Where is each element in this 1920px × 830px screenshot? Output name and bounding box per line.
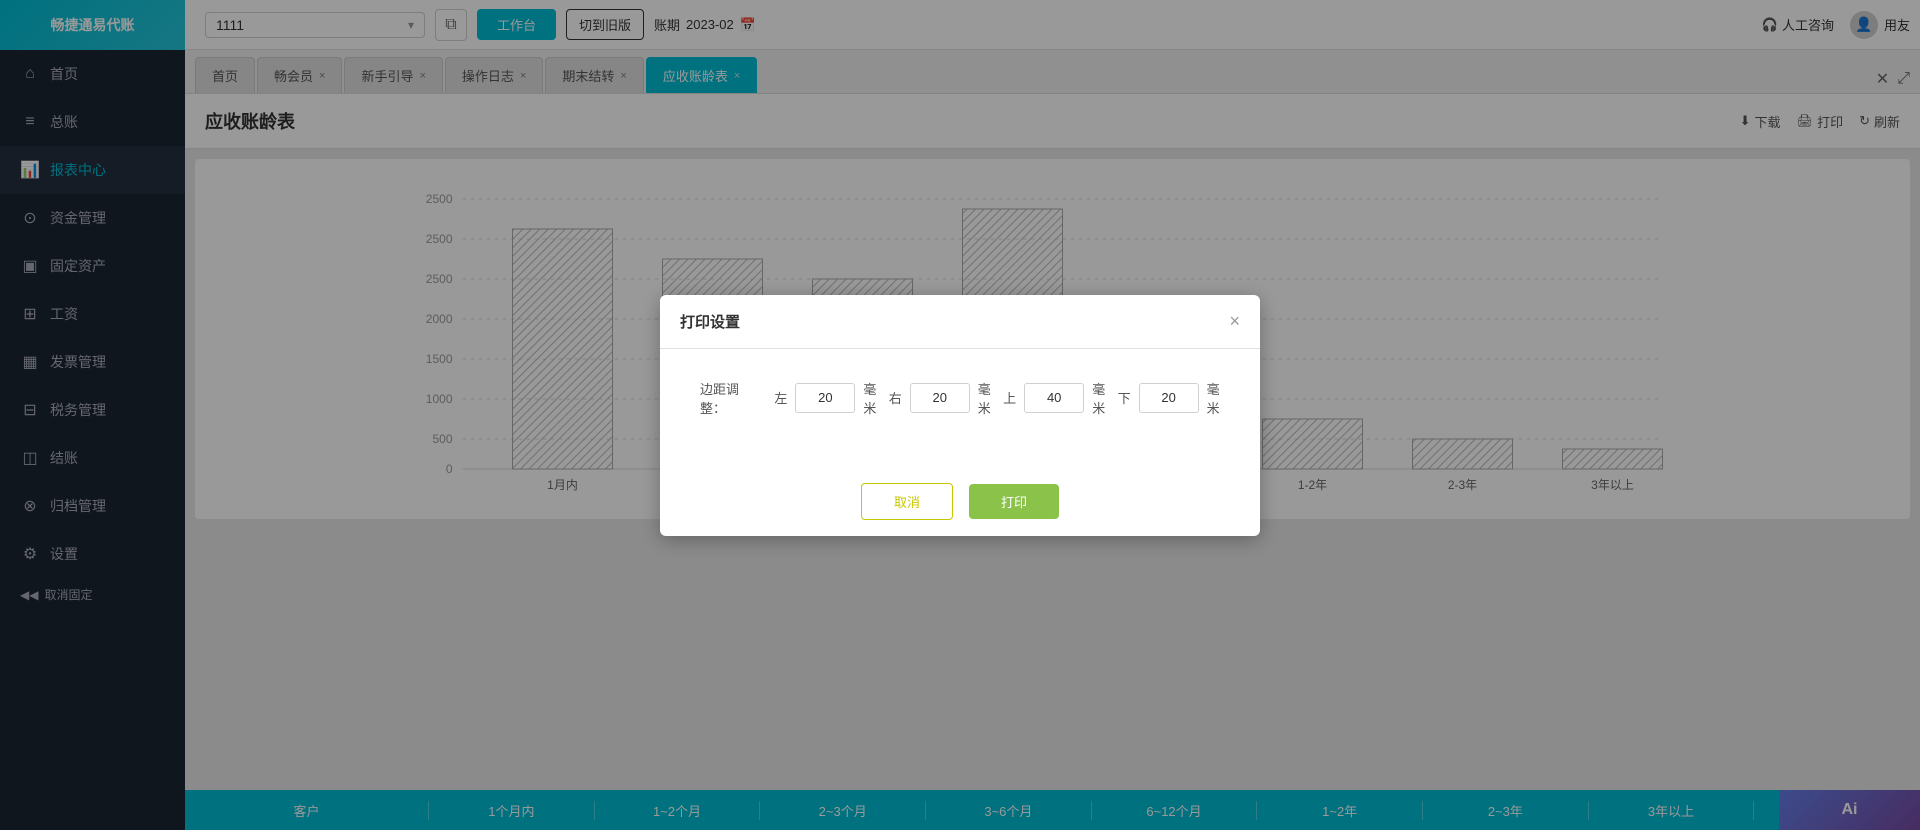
left-unit: 毫米 [863,379,876,417]
modal-footer: 取消 打印 [660,467,1260,536]
bottom-margin-input[interactable] [1139,383,1199,413]
top-label: 上 [1003,388,1016,407]
cancel-button[interactable]: 取消 [861,483,953,520]
modal-close-button[interactable]: × [1229,311,1240,332]
modal-title: 打印设置 [680,311,740,332]
bottom-unit: 毫米 [1207,379,1220,417]
margin-label: 边距调整： [700,379,762,417]
top-margin-group: 上 毫米 [1003,379,1105,417]
right-unit: 毫米 [978,379,991,417]
right-label: 右 [889,388,902,407]
bottom-label: 下 [1118,388,1131,407]
left-margin-group: 左 毫米 [774,379,876,417]
modal-body: 边距调整： 左 毫米 右 毫米 上 毫米 下 [660,349,1260,467]
right-margin-input[interactable] [910,383,970,413]
modal-overlay[interactable]: 打印设置 × 边距调整： 左 毫米 右 毫米 上 毫米 [0,0,1920,830]
modal-header: 打印设置 × [660,295,1260,349]
top-margin-input[interactable] [1024,383,1084,413]
bottom-margin-group: 下 毫米 [1118,379,1220,417]
margin-row: 边距调整： 左 毫米 右 毫米 上 毫米 下 [700,379,1220,417]
right-margin-group: 右 毫米 [889,379,991,417]
confirm-print-button[interactable]: 打印 [969,484,1059,519]
left-label: 左 [774,388,787,407]
print-settings-modal: 打印设置 × 边距调整： 左 毫米 右 毫米 上 毫米 [660,295,1260,536]
left-margin-input[interactable] [795,383,855,413]
top-unit: 毫米 [1092,379,1105,417]
